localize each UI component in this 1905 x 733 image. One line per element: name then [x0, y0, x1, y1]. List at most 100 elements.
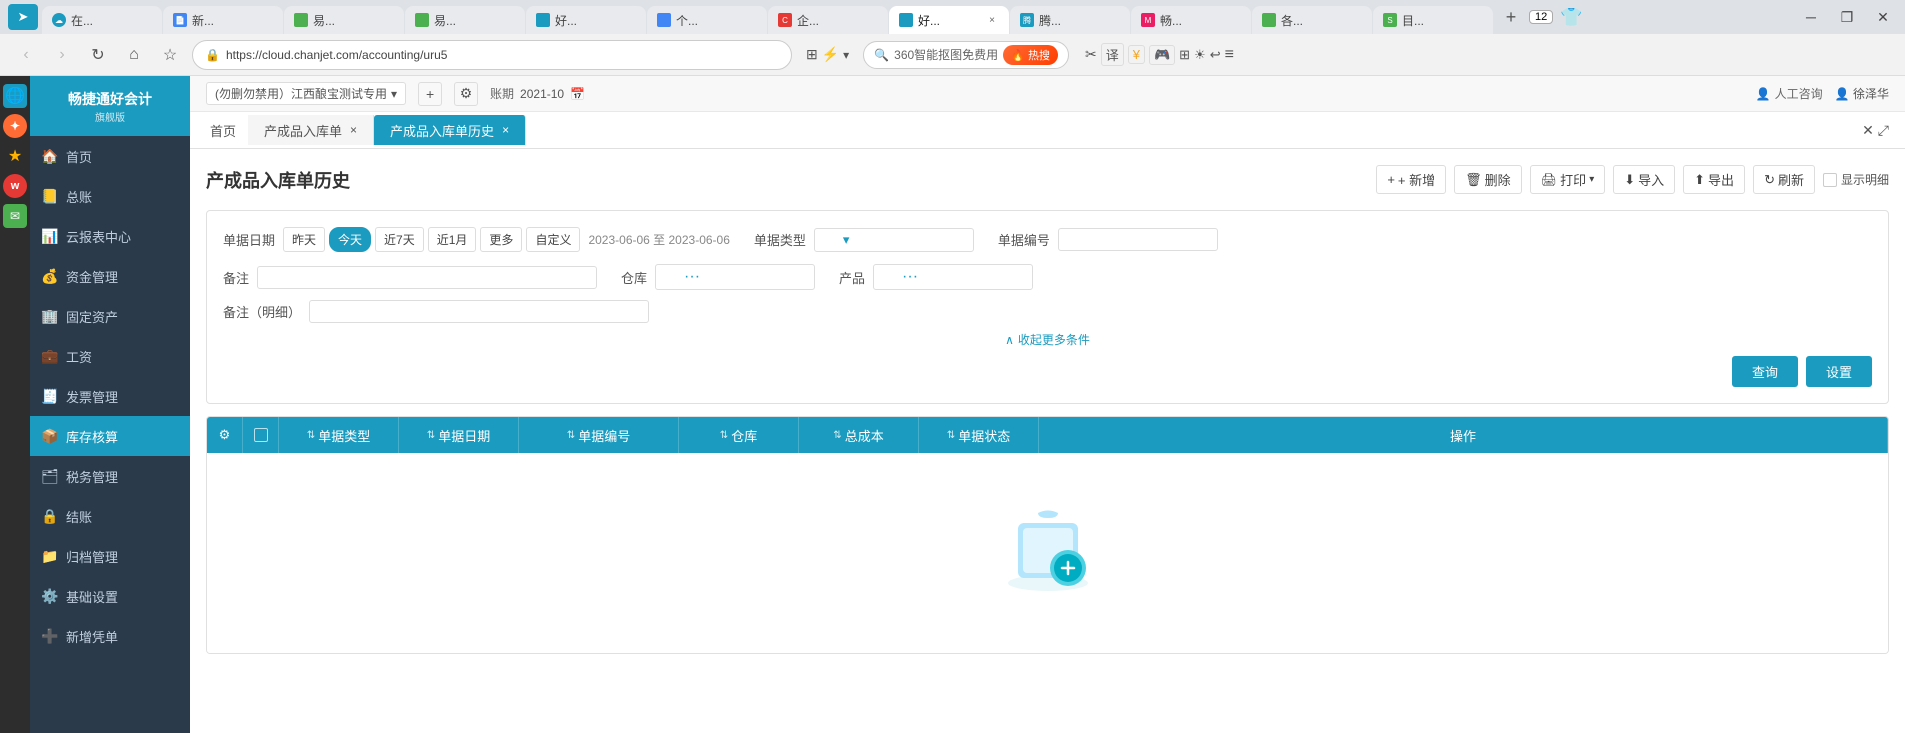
export-button[interactable]: ⬆ 导出	[1683, 165, 1745, 194]
rail-app-icon-1[interactable]: ✦	[3, 114, 27, 138]
address-input[interactable]: 🔒 https://cloud.chanjet.com/accounting/u…	[192, 40, 792, 70]
lightning-icon[interactable]: ⚡	[822, 46, 839, 63]
yuan-icon[interactable]: ¥	[1128, 45, 1145, 64]
new-tab-button[interactable]: +	[1497, 3, 1525, 31]
th-status[interactable]: ⇅ 单据状态	[919, 417, 1039, 453]
user-service-button[interactable]: 👤 人工咨询	[1756, 85, 1823, 102]
rail-mail-icon[interactable]: ✉	[3, 204, 27, 228]
th-check[interactable]	[243, 417, 279, 453]
refresh-nav-button[interactable]: ↻	[84, 41, 112, 69]
sidebar-item-archive[interactable]: 📁 归档管理	[30, 536, 190, 576]
panel-close-icon[interactable]: ✕	[1862, 122, 1874, 139]
sidebar-item-reports[interactable]: 📊 云报表中心	[30, 216, 190, 256]
tab-5[interactable]: 好...	[526, 6, 646, 34]
refresh-button[interactable]: ↻ 刷新	[1753, 165, 1815, 194]
print-button[interactable]: 🖨 打印 ▾	[1530, 165, 1606, 194]
dropdown-arrow[interactable]: ▾	[843, 48, 849, 62]
sidebar-item-newbill[interactable]: ➕ 新增凭单	[30, 616, 190, 656]
minimize-button[interactable]: ─	[1797, 3, 1825, 31]
rail-weibo-icon[interactable]: w	[3, 174, 27, 198]
date-btn-today[interactable]: 今天	[329, 227, 371, 252]
tab-7[interactable]: C 企...	[768, 6, 888, 34]
type-select[interactable]: ▾	[814, 228, 974, 252]
date-btn-more[interactable]: 更多	[480, 227, 522, 252]
restore-button[interactable]: ❐	[1833, 3, 1861, 31]
tab-4[interactable]: 易...	[405, 6, 525, 34]
th-number[interactable]: ⇅ 单据编号	[519, 417, 679, 453]
tab-list[interactable]: 产成品入库单 ×	[248, 115, 374, 145]
date-btn-yesterday[interactable]: 昨天	[283, 227, 325, 252]
extension-grid-icon[interactable]: ⊞	[806, 46, 818, 63]
company-selector[interactable]: (勿删勿禁用）江西酿宝测试专用 ▾	[206, 82, 406, 105]
new-button[interactable]: + + 新增	[1376, 165, 1446, 194]
sidebar-item-inventory[interactable]: 📦 库存核算	[30, 416, 190, 456]
tab-6[interactable]: 个...	[647, 6, 767, 34]
detail-note-input[interactable]	[309, 300, 649, 323]
sidebar-item-tax[interactable]: 🗂 税务管理	[30, 456, 190, 496]
tab-8-close[interactable]: ×	[985, 13, 999, 27]
tab-12[interactable]: S 目...	[1373, 6, 1493, 34]
sidebar-item-closing[interactable]: 🔒 结账	[30, 496, 190, 536]
menu-icon[interactable]: ≡	[1225, 46, 1234, 64]
header-checkbox[interactable]	[254, 428, 268, 442]
tab-1[interactable]: ☁ 在...	[42, 6, 162, 34]
tab-history-close[interactable]: ×	[502, 123, 509, 137]
th-date[interactable]: ⇅ 单据日期	[399, 417, 519, 453]
browser-back-nav[interactable]: ➤	[8, 4, 38, 30]
bookmark-button[interactable]: ☆	[156, 41, 184, 69]
back-button[interactable]: ‹	[12, 41, 40, 69]
gamepad-icon[interactable]: 🎮	[1149, 45, 1175, 65]
home-nav-button[interactable]: ⌂	[120, 41, 148, 69]
panel-expand-icon[interactable]: ⤢	[1878, 122, 1889, 139]
show-detail-checkbox[interactable]: 显示明细	[1823, 171, 1889, 188]
undo-icon[interactable]: ↩	[1210, 47, 1221, 63]
product-select[interactable]: ···	[873, 264, 1033, 290]
user-avatar[interactable]: 👤 徐泽华	[1835, 85, 1889, 102]
translate-icon[interactable]: 译	[1101, 43, 1124, 66]
rail-home-icon[interactable]: 🌐	[3, 84, 27, 108]
tab-count[interactable]: 12	[1529, 10, 1553, 24]
sun-icon[interactable]: ☀	[1194, 47, 1206, 63]
profile-icon[interactable]: 👕	[1557, 3, 1585, 31]
tab-3[interactable]: 易...	[284, 6, 404, 34]
sidebar-item-fixed[interactable]: 🏢 固定资产	[30, 296, 190, 336]
company-settings-button[interactable]: ⚙	[454, 82, 478, 106]
sidebar-item-home[interactable]: 🏠 首页	[30, 136, 190, 176]
warehouse-select[interactable]: ···	[655, 264, 815, 290]
close-button[interactable]: ✕	[1869, 3, 1897, 31]
hot-search-badge[interactable]: 🔥 热搜	[1003, 45, 1058, 65]
th-type[interactable]: ⇅ 单据类型	[279, 417, 399, 453]
number-input[interactable]	[1058, 228, 1218, 251]
add-company-button[interactable]: +	[418, 82, 442, 106]
grid-icon[interactable]: ⊞	[1179, 47, 1190, 63]
delete-button[interactable]: 🗑 删除	[1454, 165, 1522, 194]
collapse-button[interactable]: ∧ 收起更多条件	[1005, 331, 1090, 348]
th-warehouse[interactable]: ⇅ 仓库	[679, 417, 799, 453]
forward-button[interactable]: ›	[48, 41, 76, 69]
query-button[interactable]: 查询	[1732, 356, 1798, 387]
note-input[interactable]	[257, 266, 597, 289]
sidebar-item-funds[interactable]: 💰 资金管理	[30, 256, 190, 296]
sidebar-item-basic[interactable]: ⚙️ 基础设置	[30, 576, 190, 616]
calendar-icon[interactable]: 📅	[570, 87, 585, 101]
tab-list-close[interactable]: ×	[350, 123, 357, 137]
tab-2[interactable]: 📄 新...	[163, 6, 283, 34]
tab-9[interactable]: 腾 腾...	[1010, 6, 1130, 34]
tab-11[interactable]: 各...	[1252, 6, 1372, 34]
scissors-icon[interactable]: ✂	[1085, 46, 1097, 63]
search-settings-button[interactable]: 设置	[1806, 356, 1872, 387]
tab-history[interactable]: 产成品入库单历史 ×	[374, 115, 526, 145]
date-btn-7days[interactable]: 近7天	[375, 227, 424, 252]
sidebar-item-invoice[interactable]: 🧾 发票管理	[30, 376, 190, 416]
page-tab-home[interactable]: 首页	[198, 121, 248, 140]
import-button[interactable]: ⬇ 导入	[1613, 165, 1675, 194]
sidebar-item-ledger[interactable]: 📒 总账	[30, 176, 190, 216]
rail-star-icon[interactable]: ★	[3, 144, 27, 168]
date-btn-1month[interactable]: 近1月	[428, 227, 477, 252]
th-cost[interactable]: ⇅ 总成本	[799, 417, 919, 453]
th-settings[interactable]: ⚙	[207, 417, 243, 453]
tab-10[interactable]: M 畅...	[1131, 6, 1251, 34]
date-btn-custom[interactable]: 自定义	[526, 227, 580, 252]
tab-8[interactable]: 好... ×	[889, 6, 1009, 34]
search-box-360[interactable]: 🔍 360智能抠图免费用 🔥 热搜	[863, 41, 1069, 69]
